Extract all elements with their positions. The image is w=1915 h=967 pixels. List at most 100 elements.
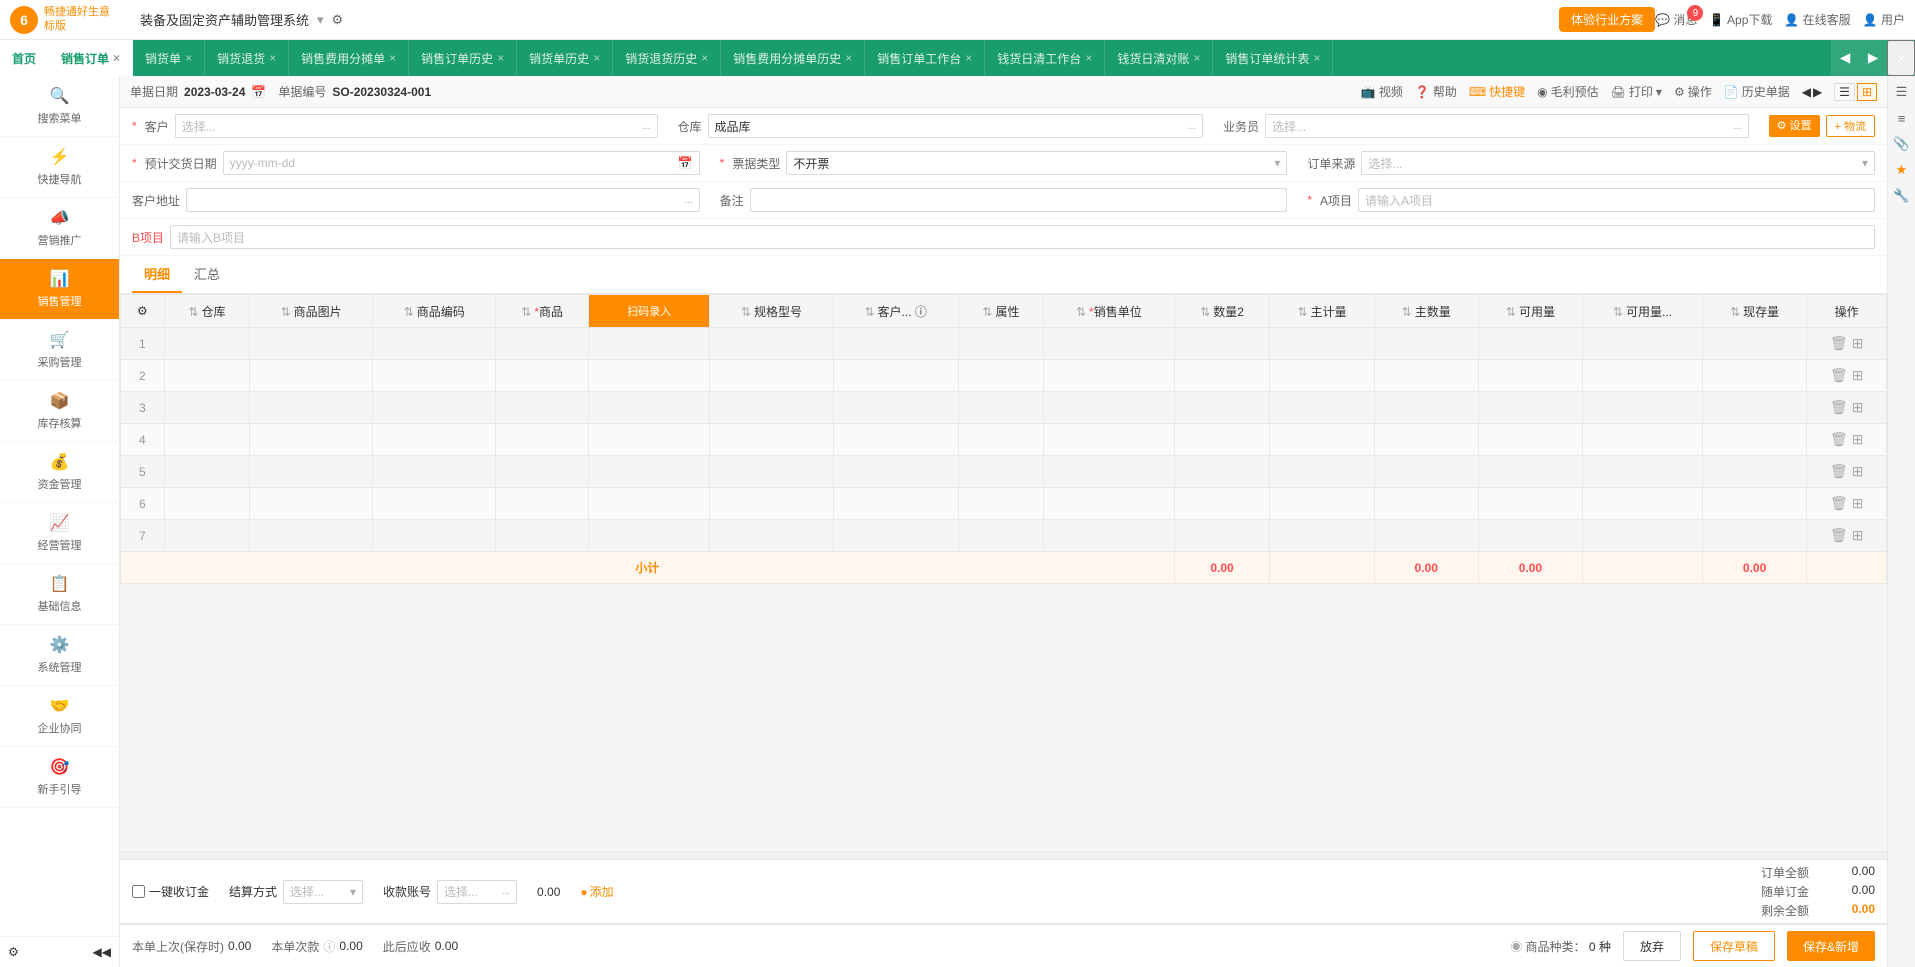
col-image[interactable]: ⇅商品图片 — [250, 295, 373, 328]
col-available2[interactable]: ⇅可用量... — [1583, 295, 1703, 328]
tab-fee-history[interactable]: 销售费用分摊单历史 × — [721, 40, 865, 76]
tab-close-icon[interactable]: × — [965, 51, 972, 65]
row-unit[interactable] — [1044, 328, 1175, 360]
row-qty2[interactable] — [1174, 328, 1270, 360]
sidebar-item-inventory[interactable]: 📦 库存核算 — [0, 381, 119, 442]
right-panel-btn-5[interactable]: 🔧 — [1890, 184, 1914, 208]
row-main-unit[interactable] — [1270, 328, 1374, 360]
one-click-payment-checkbox[interactable]: 一键收订金 — [132, 883, 209, 900]
list-view-icon[interactable]: ☰ — [1834, 83, 1855, 101]
col-customer-code[interactable]: ⇅客户... ⓘ — [833, 295, 958, 328]
grid-view-icon[interactable]: ⊞ — [1857, 83, 1877, 101]
shortcut-btn[interactable]: ⌨ 快捷键 — [1469, 83, 1525, 100]
sidebar-item-operations[interactable]: 📈 经营管理 — [0, 503, 119, 564]
dropdown-arrow-icon[interactable]: ▾ — [317, 12, 324, 28]
delete-icon[interactable]: 🗑 — [1830, 527, 1848, 544]
col-main-unit[interactable]: ⇅主计量 — [1270, 295, 1374, 328]
delete-icon[interactable]: 🗑 — [1830, 431, 1848, 448]
tab-close-icon[interactable]: × — [497, 51, 504, 65]
copy-icon[interactable]: ⊞ — [1852, 527, 1864, 544]
tab-close-icon[interactable]: × — [185, 51, 192, 65]
b-project-input[interactable]: 请输入B项目 — [170, 225, 1875, 249]
copy-icon[interactable]: ⊞ — [1852, 431, 1864, 448]
nav-prev-button[interactable]: ◀ — [1831, 40, 1859, 76]
staff-input[interactable]: 选择... ... — [1265, 114, 1749, 138]
invoice-select[interactable]: 不开票 ▾ — [786, 151, 1287, 175]
nav-close-all-button[interactable]: × — [1887, 40, 1915, 76]
row-image[interactable] — [250, 328, 373, 360]
col-stock[interactable]: ⇅现存量 — [1703, 295, 1807, 328]
warehouse-input[interactable]: 成品库 ... — [708, 114, 1204, 138]
sidebar-collapse-icon[interactable]: ◀◀ — [93, 945, 111, 959]
history-btn[interactable]: 📄 历史单据 — [1724, 83, 1790, 100]
tab-close-icon[interactable]: × — [845, 51, 852, 65]
view-btn[interactable]: 📺 视频 — [1361, 83, 1403, 100]
notes-input[interactable] — [750, 188, 1288, 212]
right-panel-btn-1[interactable]: ☰ — [1890, 80, 1914, 104]
tab-summary[interactable]: 汇总 — [182, 256, 232, 293]
col-settings[interactable]: ⚙ — [121, 295, 165, 328]
discard-button[interactable]: 放弃 — [1623, 931, 1681, 961]
user-area[interactable]: 👤 用户 — [1863, 11, 1905, 28]
help-btn[interactable]: ❓ 帮助 — [1415, 83, 1457, 100]
print-btn[interactable]: 🖨 打印 ▾ — [1611, 83, 1662, 100]
tab-close-icon[interactable]: × — [1193, 51, 1200, 65]
delivery-date-input[interactable]: yyyy-mm-dd 📅 — [223, 151, 700, 175]
tab-goods-history[interactable]: 销货单历史 × — [517, 40, 613, 76]
tab-cash-workbench[interactable]: 钱货日清工作台 × — [985, 40, 1105, 76]
col-unit[interactable]: ⇅*销售单位 — [1044, 295, 1175, 328]
col-main-qty[interactable]: ⇅主数量 — [1374, 295, 1478, 328]
settings-icon[interactable]: ⚙ — [332, 12, 344, 28]
tab-close-icon[interactable]: × — [389, 51, 396, 65]
row-main-qty[interactable] — [1374, 328, 1478, 360]
sidebar-item-marketing[interactable]: 📣 营销推广 — [0, 198, 119, 259]
sidebar-item-purchase[interactable]: 🛒 采购管理 — [0, 320, 119, 381]
copy-icon[interactable]: ⊞ — [1852, 335, 1864, 352]
notification-area[interactable]: 💬 9 消息 — [1655, 11, 1697, 28]
a-project-input[interactable]: 请输入A项目 — [1358, 188, 1875, 212]
horizontal-scrollbar[interactable] — [120, 851, 1887, 859]
one-click-checkbox-input[interactable] — [132, 885, 145, 898]
sidebar-item-system[interactable]: ⚙️ 系统管理 — [0, 625, 119, 686]
col-qty2[interactable]: ⇅数量2 — [1174, 295, 1270, 328]
row-attribute[interactable] — [958, 328, 1043, 360]
copy-icon[interactable]: ⊞ — [1852, 367, 1864, 384]
tab-order-workbench[interactable]: 销售订单工作台 × — [865, 40, 985, 76]
right-panel-btn-3[interactable]: 📎 — [1890, 132, 1914, 156]
tab-sales-fee[interactable]: 销售费用分摊单 × — [289, 40, 409, 76]
add-payment-button[interactable]: ● 添加 — [580, 883, 613, 900]
add-material-button[interactable]: + 物流 — [1826, 115, 1875, 137]
trial-button[interactable]: 体验行业方案 — [1559, 7, 1655, 32]
col-available[interactable]: ⇅可用量 — [1478, 295, 1582, 328]
save-new-button[interactable]: 保存&新增 — [1787, 931, 1875, 961]
tab-close-icon[interactable]: × — [1085, 51, 1092, 65]
sidebar-item-finance[interactable]: 💰 资金管理 — [0, 442, 119, 503]
delete-icon[interactable]: 🗑 — [1830, 463, 1848, 480]
save-draft-button[interactable]: 保存草稿 — [1693, 931, 1775, 961]
col-warehouse[interactable]: ⇅仓库 — [164, 295, 249, 328]
tab-close-icon[interactable]: × — [593, 51, 600, 65]
col-spec[interactable]: ⇅规格型号 — [710, 295, 833, 328]
tab-order-stats[interactable]: 销售订单统计表 × — [1213, 40, 1333, 76]
delete-icon[interactable]: 🗑 — [1830, 399, 1848, 416]
copy-icon[interactable]: ⊞ — [1852, 495, 1864, 512]
account-select[interactable]: 选择... ... — [437, 880, 517, 904]
tab-close-icon[interactable]: × — [113, 51, 120, 65]
profit-btn[interactable]: ◉ 毛利预估 — [1537, 83, 1599, 100]
row-available2[interactable] — [1583, 328, 1703, 360]
delete-icon[interactable]: 🗑 — [1830, 335, 1848, 352]
tab-home[interactable]: 首页 — [0, 40, 49, 76]
col-product[interactable]: ⇅*商品 — [496, 295, 589, 328]
tab-sales-goods[interactable]: 销货单 × — [133, 40, 205, 76]
tab-sales-order-history[interactable]: 销售订单历史 × — [409, 40, 517, 76]
tab-return-history[interactable]: 销货退货历史 × — [613, 40, 721, 76]
col-code[interactable]: ⇅商品编码 — [373, 295, 496, 328]
calendar-icon[interactable]: 📅 — [251, 85, 266, 99]
sidebar-item-enterprise[interactable]: 🤝 企业协同 — [0, 686, 119, 747]
scan-button[interactable]: 扫码录入 — [619, 301, 679, 321]
tab-detail[interactable]: 明细 — [132, 256, 182, 293]
settings-button[interactable]: ⚙ 设置 — [1769, 115, 1820, 137]
sidebar-item-quick[interactable]: ⚡ 快捷导航 — [0, 137, 119, 198]
next-record-icon[interactable]: ▶ — [1813, 85, 1822, 99]
operation-btn[interactable]: ⚙ 操作 — [1674, 83, 1712, 100]
